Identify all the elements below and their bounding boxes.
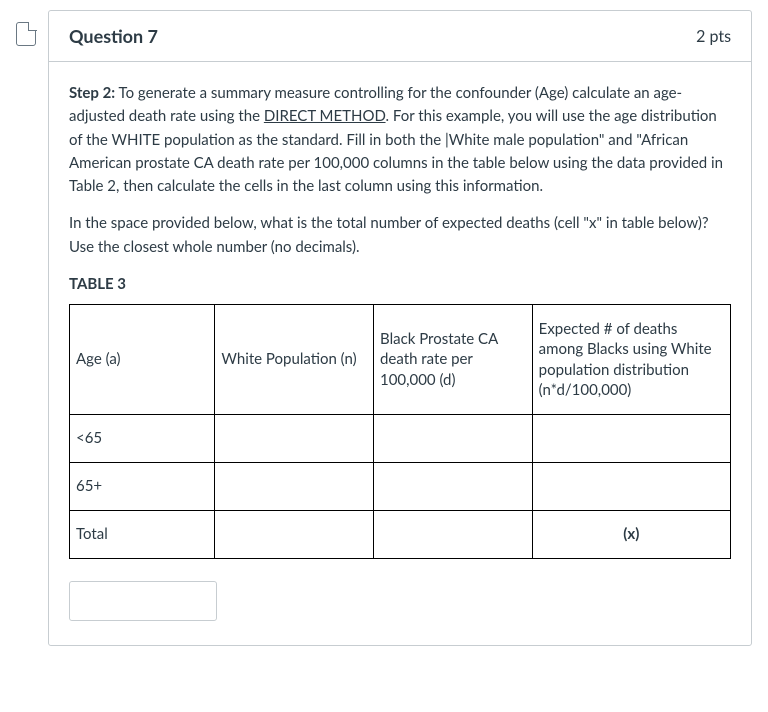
- table-3: Age (a) White Population (n) Black Prost…: [69, 304, 731, 559]
- cell-exp-65p: [532, 463, 730, 511]
- cell-age-65p: 65+: [70, 463, 215, 511]
- table-label: TABLE 3: [69, 273, 731, 296]
- question-header: Question 7 2 pts: [49, 11, 751, 62]
- cell-age-lt65: <65: [70, 415, 215, 463]
- header-black-rate: Black Prostate CA death rate per 100,000…: [374, 305, 533, 415]
- cell-white-lt65: [215, 415, 374, 463]
- cell-exp-total: (x): [532, 511, 730, 559]
- prompt-paragraph: In the space provided below, what is the…: [69, 212, 731, 259]
- cell-white-65p: [215, 463, 374, 511]
- cell-black-lt65: [374, 415, 533, 463]
- cell-age-total: Total: [70, 511, 215, 559]
- header-white-pop: White Population (n): [215, 305, 374, 415]
- cell-exp-lt65: [532, 415, 730, 463]
- header-age: Age (a): [70, 305, 215, 415]
- document-icon: [16, 22, 36, 46]
- question-title: Question 7: [69, 25, 158, 47]
- question-points: 2 pts: [696, 27, 731, 46]
- header-expected: Expected # of deaths among Blacks using …: [532, 305, 730, 415]
- table-row: 65+: [70, 463, 731, 511]
- step-paragraph: Step 2: To generate a summary measure co…: [69, 82, 731, 198]
- answer-input[interactable]: [69, 581, 217, 621]
- step-label: Step 2:: [69, 84, 115, 102]
- question-card: Question 7 2 pts Step 2: To generate a s…: [48, 10, 752, 646]
- direct-method: DIRECT METHOD: [264, 107, 386, 125]
- table-header-row: Age (a) White Population (n) Black Prost…: [70, 305, 731, 415]
- table-row: Total (x): [70, 511, 731, 559]
- cell-black-total: [374, 511, 533, 559]
- table-row: <65: [70, 415, 731, 463]
- question-body: Step 2: To generate a summary measure co…: [49, 62, 751, 645]
- cell-white-total: [215, 511, 374, 559]
- cell-black-65p: [374, 463, 533, 511]
